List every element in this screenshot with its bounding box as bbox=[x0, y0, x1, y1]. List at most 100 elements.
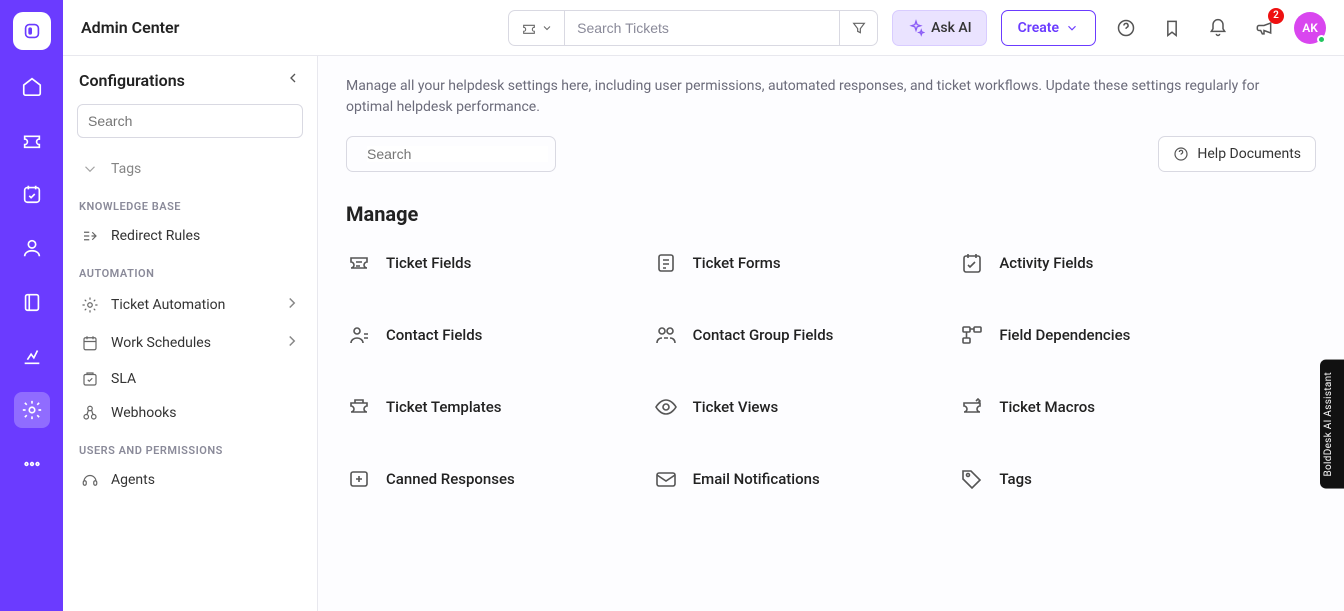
email-icon bbox=[653, 466, 679, 492]
sidebar-item[interactable]: SLA bbox=[63, 362, 317, 396]
manage-card-label: Ticket Views bbox=[693, 398, 779, 416]
manage-card-label: Contact Group Fields bbox=[693, 326, 834, 344]
tags-icon bbox=[959, 466, 985, 492]
announcements-badge: 2 bbox=[1268, 8, 1284, 24]
nav-settings[interactable] bbox=[14, 392, 50, 428]
nav-calendar[interactable] bbox=[14, 176, 50, 212]
sidebar-group-label: KNOWLEDGE BASE bbox=[63, 186, 317, 219]
app-logo[interactable] bbox=[13, 12, 51, 50]
nav-more[interactable] bbox=[14, 446, 50, 482]
user-avatar[interactable]: AK bbox=[1294, 12, 1326, 44]
topbar: Admin Center Ask AI Create bbox=[63, 0, 1344, 56]
sparkle-icon bbox=[907, 19, 925, 37]
nav-tickets[interactable] bbox=[14, 122, 50, 158]
sidebar-item[interactable]: Agents bbox=[63, 463, 317, 497]
manage-card[interactable]: Tags bbox=[959, 466, 1246, 492]
content-search-input[interactable] bbox=[367, 146, 548, 162]
manage-card-label: Ticket Forms bbox=[693, 254, 781, 272]
manage-card[interactable]: Ticket Views bbox=[653, 394, 940, 420]
sidebar-item-tags-partial[interactable]: Tags bbox=[63, 152, 317, 186]
ticket-forms-icon bbox=[653, 250, 679, 276]
sidebar-item-label: Webhooks bbox=[111, 405, 177, 421]
notifications-icon[interactable] bbox=[1202, 12, 1234, 44]
sla-icon bbox=[79, 370, 101, 388]
manage-card[interactable]: Ticket Fields bbox=[346, 250, 633, 276]
search-filter-button[interactable] bbox=[840, 10, 878, 46]
nav-rail bbox=[0, 0, 63, 611]
webhook-icon bbox=[79, 404, 101, 422]
chevron-down-icon bbox=[1065, 21, 1079, 35]
manage-card-label: Activity Fields bbox=[999, 254, 1093, 272]
chevron-down-icon bbox=[79, 160, 101, 178]
help-doc-icon bbox=[1173, 146, 1189, 162]
section-title-manage: Manage bbox=[346, 202, 1316, 226]
config-sidebar: Configurations Tags KNOWLEDGE BASE Redire… bbox=[63, 56, 318, 611]
manage-card[interactable]: Activity Fields bbox=[959, 250, 1246, 276]
content-area: Manage all your helpdesk settings here, … bbox=[318, 56, 1344, 611]
nav-knowledge[interactable] bbox=[14, 284, 50, 320]
ask-ai-button[interactable]: Ask AI bbox=[892, 10, 987, 46]
manage-card[interactable]: Ticket Macros bbox=[959, 394, 1246, 420]
manage-card[interactable]: Ticket Forms bbox=[653, 250, 940, 276]
help-documents-button[interactable]: Help Documents bbox=[1158, 136, 1316, 172]
manage-card[interactable]: Canned Responses bbox=[346, 466, 633, 492]
sidebar-group-label: AUTOMATION bbox=[63, 253, 317, 286]
sidebar-item-label: Agents bbox=[111, 472, 155, 488]
automation-icon bbox=[79, 296, 101, 314]
bookmark-icon[interactable] bbox=[1156, 12, 1188, 44]
announcements-icon[interactable]: 2 bbox=[1248, 12, 1280, 44]
manage-card[interactable]: Ticket Templates bbox=[346, 394, 633, 420]
sidebar-item-label: Redirect Rules bbox=[111, 228, 200, 244]
manage-card[interactable]: Email Notifications bbox=[653, 466, 940, 492]
nav-home[interactable] bbox=[14, 68, 50, 104]
sidebar-item[interactable]: Webhooks bbox=[63, 396, 317, 430]
nav-contacts[interactable] bbox=[14, 230, 50, 266]
global-search-input[interactable] bbox=[564, 10, 840, 46]
manage-card-label: Field Dependencies bbox=[999, 326, 1130, 344]
sidebar-title: Configurations bbox=[79, 71, 185, 90]
macros-icon bbox=[959, 394, 985, 420]
sidebar-item-label: Ticket Automation bbox=[111, 297, 225, 313]
help-icon[interactable] bbox=[1110, 12, 1142, 44]
activity-fields-icon bbox=[959, 250, 985, 276]
search-scope-dropdown[interactable] bbox=[508, 10, 564, 46]
presence-indicator bbox=[1317, 35, 1326, 44]
sidebar-collapse-button[interactable] bbox=[285, 70, 301, 90]
sidebar-item[interactable]: Ticket Automation bbox=[63, 286, 317, 324]
manage-card-label: Ticket Templates bbox=[386, 398, 502, 416]
manage-card[interactable]: Contact Fields bbox=[346, 322, 633, 348]
sidebar-item[interactable]: Work Schedules bbox=[63, 324, 317, 362]
sidebar-item[interactable]: Redirect Rules bbox=[63, 219, 317, 253]
contact-fields-icon bbox=[346, 322, 372, 348]
manage-card-label: Contact Fields bbox=[386, 326, 482, 344]
manage-card-label: Ticket Fields bbox=[386, 254, 471, 272]
schedule-icon bbox=[79, 334, 101, 352]
sidebar-group-label: USERS AND PERMISSIONS bbox=[63, 430, 317, 463]
dependencies-icon bbox=[959, 322, 985, 348]
redirect-icon bbox=[79, 227, 101, 245]
create-button[interactable]: Create bbox=[1001, 10, 1096, 46]
sidebar-item-label: Work Schedules bbox=[111, 335, 211, 351]
manage-card-label: Ticket Macros bbox=[999, 398, 1095, 416]
canned-icon bbox=[346, 466, 372, 492]
manage-card-label: Email Notifications bbox=[693, 470, 820, 488]
manage-card-label: Tags bbox=[999, 470, 1031, 488]
nav-reports[interactable] bbox=[14, 338, 50, 374]
templates-icon bbox=[346, 394, 372, 420]
page-title: Admin Center bbox=[81, 18, 179, 37]
chevron-right-icon bbox=[283, 332, 301, 354]
sidebar-item-label: SLA bbox=[111, 371, 136, 387]
sidebar-search[interactable] bbox=[77, 104, 303, 138]
global-search-group bbox=[508, 10, 878, 46]
content-search[interactable] bbox=[346, 136, 556, 172]
manage-card[interactable]: Field Dependencies bbox=[959, 322, 1246, 348]
page-description: Manage all your helpdesk settings here, … bbox=[346, 76, 1306, 118]
sidebar-search-input[interactable] bbox=[88, 113, 292, 129]
agent-icon bbox=[79, 471, 101, 489]
manage-card[interactable]: Contact Group Fields bbox=[653, 322, 940, 348]
contact-group-icon bbox=[653, 322, 679, 348]
views-icon bbox=[653, 394, 679, 420]
chevron-right-icon bbox=[283, 294, 301, 316]
ai-assistant-tab[interactable]: BoldDesk AI Assistant bbox=[1320, 360, 1344, 489]
manage-card-label: Canned Responses bbox=[386, 470, 515, 488]
